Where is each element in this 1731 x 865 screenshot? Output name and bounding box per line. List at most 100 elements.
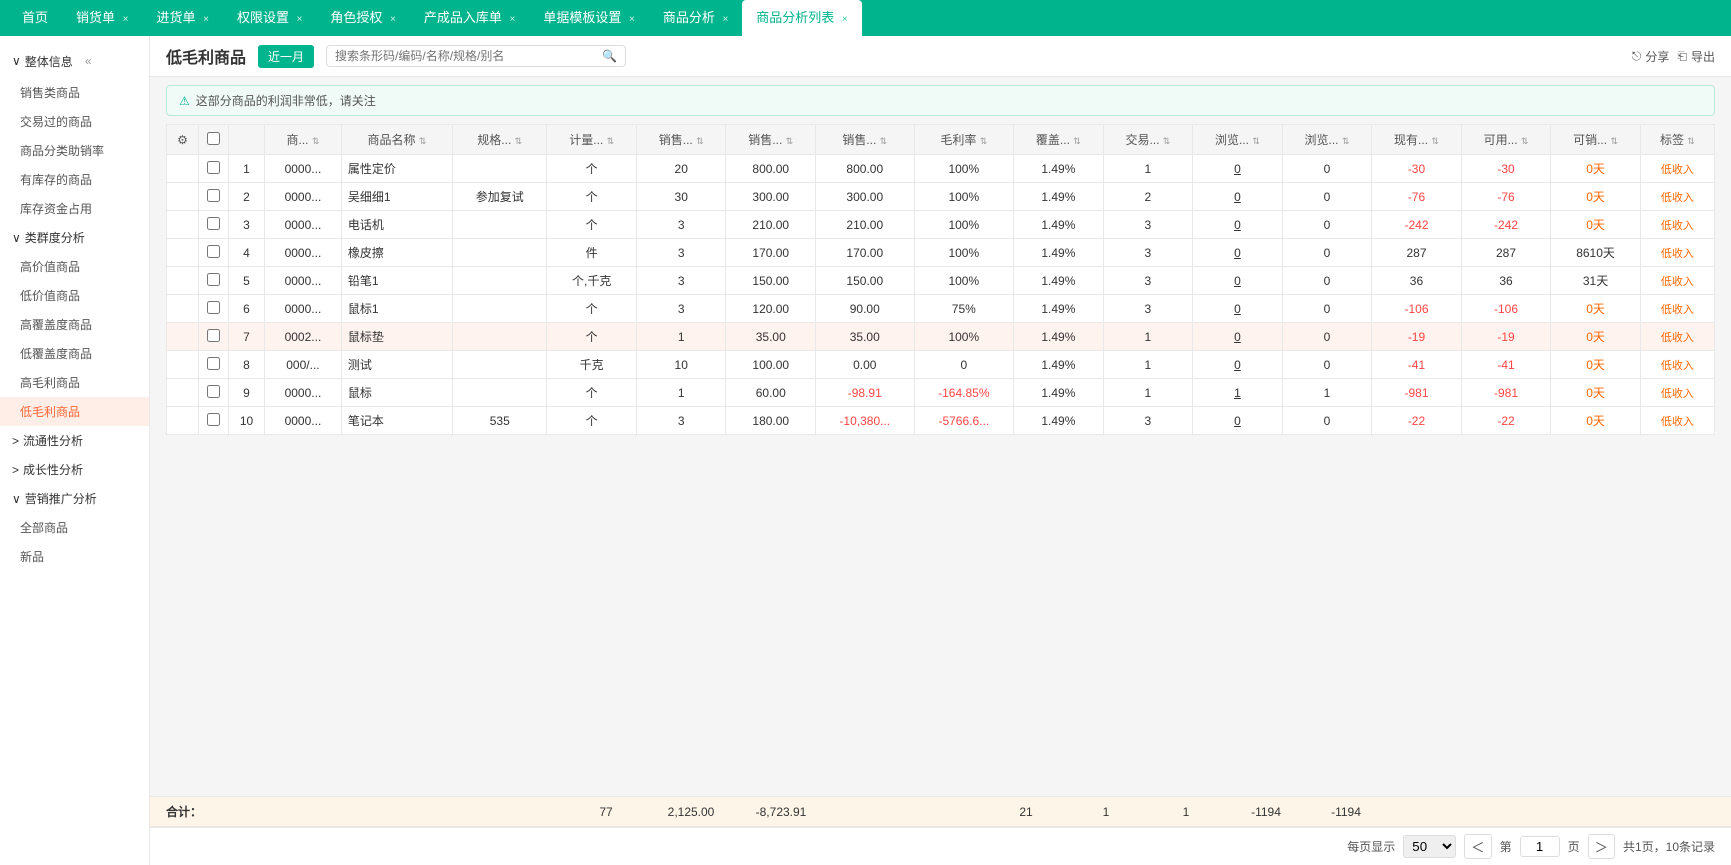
row-checkbox-5[interactable]	[207, 301, 220, 314]
checkbox-all[interactable]	[207, 132, 220, 145]
sidebar-group-circulation[interactable]: > 流通性分析	[0, 426, 149, 455]
export-button[interactable]: ⎗ 导出	[1677, 48, 1715, 65]
cell-checkbox[interactable]	[199, 379, 229, 407]
cell-browse1[interactable]: 0	[1193, 407, 1283, 435]
sidebar-item-low-margin[interactable]: 低毛利商品	[0, 397, 149, 426]
col-name[interactable]: 商品名称 ⇅	[341, 125, 452, 155]
col-sales-profit[interactable]: 销售... ⇅	[816, 125, 915, 155]
nav-analysis-list[interactable]: 商品分析列表 ×	[742, 0, 861, 36]
sidebar-item-sales-products[interactable]: 销售类商品	[0, 78, 149, 107]
nav-close-purchase[interactable]: ×	[203, 14, 209, 25]
cell-checkbox[interactable]	[199, 295, 229, 323]
sidebar-collapse-btn[interactable]: «	[77, 50, 100, 72]
sidebar-item-category-rate[interactable]: 商品分类助销率	[0, 136, 149, 165]
nav-close-analysis-list[interactable]: ×	[842, 14, 848, 25]
nav-close-analysis[interactable]: ×	[722, 14, 728, 25]
sidebar-group-overview[interactable]: ∨ 整体信息 «	[0, 44, 149, 78]
cell-name[interactable]: 属性定价	[341, 155, 452, 183]
col-browse2[interactable]: 浏览... ⇅	[1282, 125, 1372, 155]
col-settings[interactable]: ⚙	[167, 125, 199, 155]
cell-name[interactable]: 吴细细1	[341, 183, 452, 211]
col-available[interactable]: 可用... ⇅	[1461, 125, 1551, 155]
cell-name[interactable]: 测试	[341, 351, 452, 379]
cell-name[interactable]: 鼠标	[341, 379, 452, 407]
nav-close-template[interactable]: ×	[629, 14, 635, 25]
cell-browse1[interactable]: 0	[1193, 155, 1283, 183]
cell-checkbox[interactable]	[199, 351, 229, 379]
col-sales-qty[interactable]: 销售... ⇅	[636, 125, 726, 155]
sidebar-item-traded[interactable]: 交易过的商品	[0, 107, 149, 136]
cell-browse1[interactable]: 1	[1193, 379, 1283, 407]
cell-name[interactable]: 笔记本	[341, 407, 452, 435]
row-checkbox-0[interactable]	[207, 161, 220, 174]
cell-name[interactable]: 橡皮擦	[341, 239, 452, 267]
col-current-stock[interactable]: 现有... ⇅	[1372, 125, 1462, 155]
row-checkbox-8[interactable]	[207, 385, 220, 398]
cell-browse1[interactable]: 0	[1193, 323, 1283, 351]
cell-browse1[interactable]: 0	[1193, 183, 1283, 211]
col-gross-margin[interactable]: 毛利率 ⇅	[914, 125, 1014, 155]
cell-name[interactable]: 鼠标垫	[341, 323, 452, 351]
sidebar-item-low-value[interactable]: 低价值商品	[0, 281, 149, 310]
row-checkbox-3[interactable]	[207, 245, 220, 258]
nav-close-role[interactable]: ×	[390, 14, 396, 25]
cell-name[interactable]: 电话机	[341, 211, 452, 239]
page-input[interactable]	[1520, 836, 1560, 857]
col-tag[interactable]: 标签 ⇅	[1640, 125, 1714, 155]
row-checkbox-7[interactable]	[207, 357, 220, 370]
cell-browse1[interactable]: 0	[1193, 211, 1283, 239]
sidebar-item-capital[interactable]: 库存资金占用	[0, 194, 149, 223]
col-browse1[interactable]: 浏览... ⇅	[1193, 125, 1283, 155]
row-checkbox-4[interactable]	[207, 273, 220, 286]
nav-product-entry[interactable]: 产成品入库单 ×	[410, 0, 529, 36]
share-button[interactable]: ⎋ 分享	[1632, 48, 1670, 65]
col-coverage[interactable]: 覆盖... ⇅	[1014, 125, 1104, 155]
sidebar-item-low-coverage[interactable]: 低覆盖度商品	[0, 339, 149, 368]
col-spec[interactable]: 规格... ⇅	[453, 125, 547, 155]
sidebar-group-growth[interactable]: > 成长性分析	[0, 455, 149, 484]
cell-browse1[interactable]: 0	[1193, 295, 1283, 323]
cell-checkbox[interactable]	[199, 239, 229, 267]
cell-checkbox[interactable]	[199, 155, 229, 183]
row-checkbox-1[interactable]	[207, 189, 220, 202]
nav-close-product-entry[interactable]: ×	[510, 14, 516, 25]
nav-close-permission[interactable]: ×	[297, 14, 303, 25]
cell-name[interactable]: 鼠标1	[341, 295, 452, 323]
nav-template[interactable]: 单据模板设置 ×	[529, 0, 648, 36]
sidebar-group-cluster[interactable]: ∨ 类群度分析	[0, 223, 149, 252]
prev-page-btn[interactable]: ＜	[1464, 834, 1491, 859]
sidebar-item-new-products[interactable]: 新品	[0, 542, 149, 571]
col-code[interactable]: 商... ⇅	[265, 125, 342, 155]
sidebar-item-in-stock[interactable]: 有库存的商品	[0, 165, 149, 194]
cell-name[interactable]: 铅笔1	[341, 267, 452, 295]
cell-checkbox[interactable]	[199, 211, 229, 239]
cell-browse1[interactable]: 0	[1193, 239, 1283, 267]
nav-home[interactable]: 首页	[8, 0, 62, 36]
nav-analysis[interactable]: 商品分析 ×	[649, 0, 742, 36]
sidebar-item-high-margin[interactable]: 高毛利商品	[0, 368, 149, 397]
row-checkbox-9[interactable]	[207, 413, 220, 426]
cell-checkbox[interactable]	[199, 267, 229, 295]
cell-browse1[interactable]: 0	[1193, 351, 1283, 379]
row-checkbox-6[interactable]	[207, 329, 220, 342]
cell-checkbox[interactable]	[199, 183, 229, 211]
table-container[interactable]: ⚙ 商... ⇅ 商品名称 ⇅ 规格... ⇅ 计量... ⇅ 销售... ⇅ …	[166, 124, 1715, 788]
sidebar-group-marketing[interactable]: ∨ 营销推广分析	[0, 484, 149, 513]
sidebar-item-high-coverage[interactable]: 高覆盖度商品	[0, 310, 149, 339]
per-page-select[interactable]: 50 100 200	[1403, 835, 1456, 858]
cell-browse1[interactable]: 0	[1193, 267, 1283, 295]
row-checkbox-2[interactable]	[207, 217, 220, 230]
sidebar-item-all-products[interactable]: 全部商品	[0, 513, 149, 542]
next-page-btn[interactable]: ＞	[1588, 834, 1615, 859]
nav-role-auth[interactable]: 角色授权 ×	[316, 0, 409, 36]
col-trade[interactable]: 交易... ⇅	[1103, 125, 1193, 155]
nav-purchase[interactable]: 进货单 ×	[142, 0, 222, 36]
col-unit[interactable]: 计量... ⇅	[547, 125, 637, 155]
nav-close-sales[interactable]: ×	[123, 14, 129, 25]
sidebar-item-high-value[interactable]: 高价值商品	[0, 252, 149, 281]
cell-checkbox[interactable]	[199, 323, 229, 351]
search-icon[interactable]: 🔍	[602, 49, 617, 63]
col-sales-amount[interactable]: 销售... ⇅	[726, 125, 816, 155]
col-checkbox-all[interactable]	[199, 125, 229, 155]
cell-checkbox[interactable]	[199, 407, 229, 435]
